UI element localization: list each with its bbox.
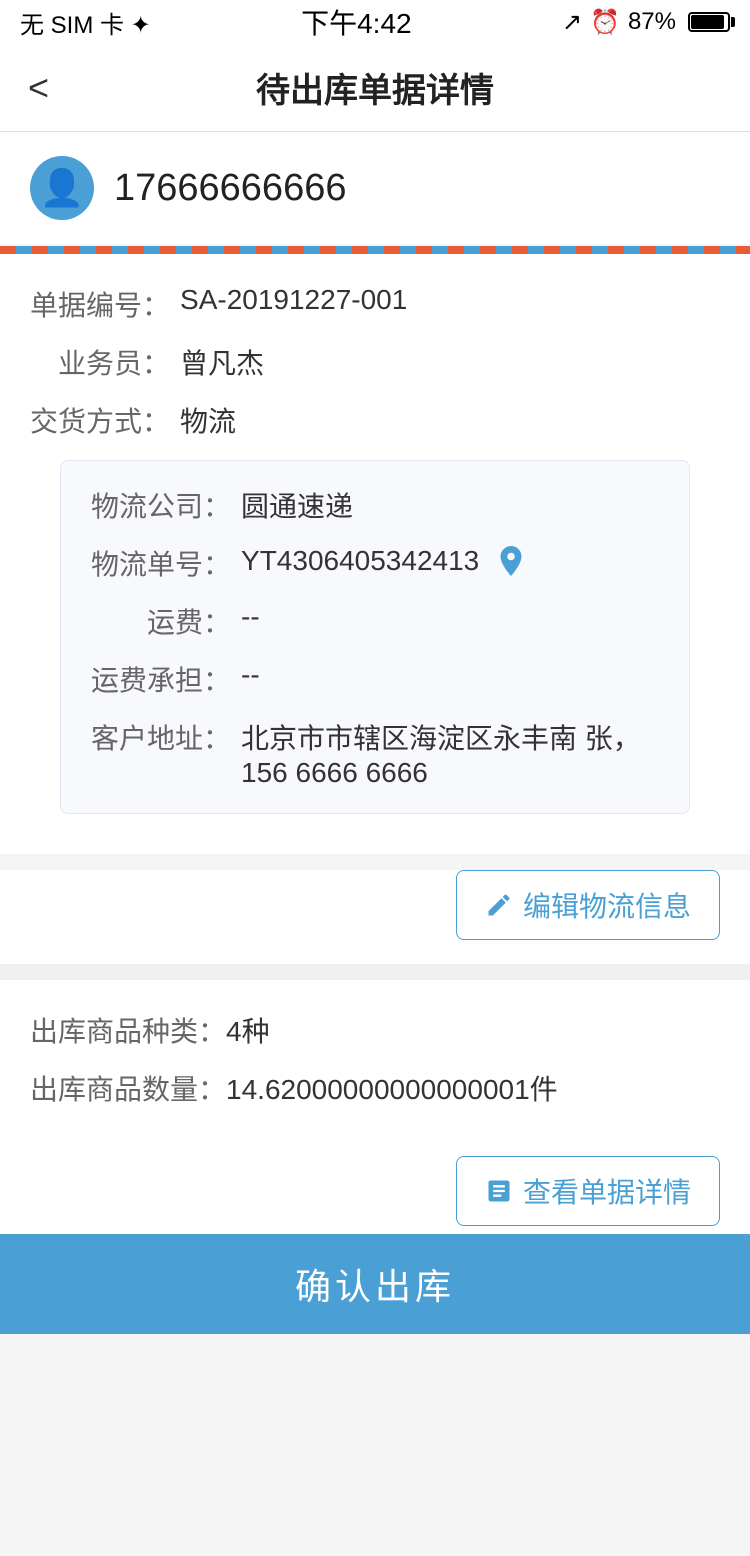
order-number-value: SA-20191227-001: [180, 284, 720, 316]
goods-type-row: 出库商品种类： 4种: [30, 1010, 720, 1050]
avatar: 👤: [30, 156, 94, 220]
goods-type-value: 4种: [226, 1010, 270, 1050]
profile-section: 👤 17666666666: [0, 132, 750, 244]
sales-person-value: 曾凡杰: [180, 342, 720, 382]
goods-quantity-value: 14.62000000000000001件: [226, 1068, 558, 1108]
delivery-method-value: 物流: [180, 400, 720, 440]
edit-logistics-button[interactable]: 编辑物流信息: [456, 870, 720, 940]
battery-percent: 87%: [628, 8, 676, 36]
page-title: 待出库单据详情: [256, 63, 494, 112]
map-pin-icon[interactable]: [493, 543, 529, 579]
battery-icon: [688, 12, 730, 32]
logistics-card: 物流公司： 圆通速递 物流单号： YT4306405342413 运费： --: [60, 460, 690, 814]
freight-bearer-value: --: [241, 659, 659, 691]
status-bar: 无 SIM 卡 ✦ 下午4:42 ↗ ⏰ 87%: [0, 0, 750, 44]
address-label: 客户地址：: [91, 717, 231, 757]
avatar-icon: 👤: [40, 167, 85, 209]
logistics-tracking-label: 物流单号：: [91, 543, 231, 583]
goods-quantity-row: 出库商品数量： 14.62000000000000001件: [30, 1068, 720, 1108]
alarm-icon: ⏰: [590, 8, 620, 37]
sales-person-row: 业务员： 曾凡杰: [30, 342, 720, 382]
freight-bearer-row: 运费承担： --: [91, 659, 659, 699]
edit-btn-row: 编辑物流信息: [0, 870, 750, 964]
tracking-number: YT4306405342413: [241, 545, 479, 577]
dashed-divider: [0, 246, 750, 254]
freight-label: 运费：: [91, 601, 231, 641]
goods-section: 出库商品种类： 4种 出库商品数量： 14.62000000000000001件: [0, 980, 750, 1146]
freight-value: --: [241, 601, 659, 633]
nav-bar: < 待出库单据详情: [0, 44, 750, 132]
sim-status: 无 SIM 卡 ✦: [20, 5, 151, 40]
logistics-company-value: 圆通速递: [241, 485, 659, 525]
goods-quantity-label: 出库商品数量：: [30, 1068, 226, 1108]
view-details-label: 查看单据详情: [523, 1171, 691, 1211]
delivery-method-label: 交货方式：: [30, 400, 170, 440]
view-details-button[interactable]: 查看单据详情: [456, 1156, 720, 1226]
back-button[interactable]: <: [28, 67, 49, 109]
logistics-tracking-value: YT4306405342413: [241, 543, 659, 579]
logistics-company-label: 物流公司：: [91, 485, 231, 525]
document-icon: [485, 1177, 513, 1205]
status-bar-left: 无 SIM 卡 ✦: [20, 5, 151, 40]
order-number-row: 单据编号： SA-20191227-001: [30, 284, 720, 324]
freight-row: 运费： --: [91, 601, 659, 641]
edit-icon: [485, 891, 513, 919]
logistics-company-row: 物流公司： 圆通速递: [91, 485, 659, 525]
section-divider: [0, 964, 750, 980]
status-bar-time: 下午4:42: [301, 2, 412, 42]
basic-info-section: 单据编号： SA-20191227-001 业务员： 曾凡杰 交货方式： 物流 …: [0, 254, 750, 854]
goods-type-label: 出库商品种类：: [30, 1010, 226, 1050]
phone-number: 17666666666: [114, 167, 346, 210]
address-value: 北京市市辖区海淀区永丰南 张，156 6666 6666: [241, 717, 659, 789]
delivery-method-row: 交货方式： 物流: [30, 400, 720, 440]
address-row: 客户地址： 北京市市辖区海淀区永丰南 张，156 6666 6666: [91, 717, 659, 789]
freight-bearer-label: 运费承担：: [91, 659, 231, 699]
logistics-tracking-row: 物流单号： YT4306405342413: [91, 543, 659, 583]
status-bar-right: ↗ ⏰ 87%: [562, 8, 730, 37]
confirm-button-label: 确认出库: [295, 1266, 455, 1307]
location-icon-status: ↗: [562, 8, 582, 37]
sales-person-label: 业务员：: [30, 342, 170, 382]
edit-logistics-label: 编辑物流信息: [523, 885, 691, 925]
confirm-button[interactable]: 确认出库: [0, 1234, 750, 1334]
order-number-label: 单据编号：: [30, 284, 170, 324]
